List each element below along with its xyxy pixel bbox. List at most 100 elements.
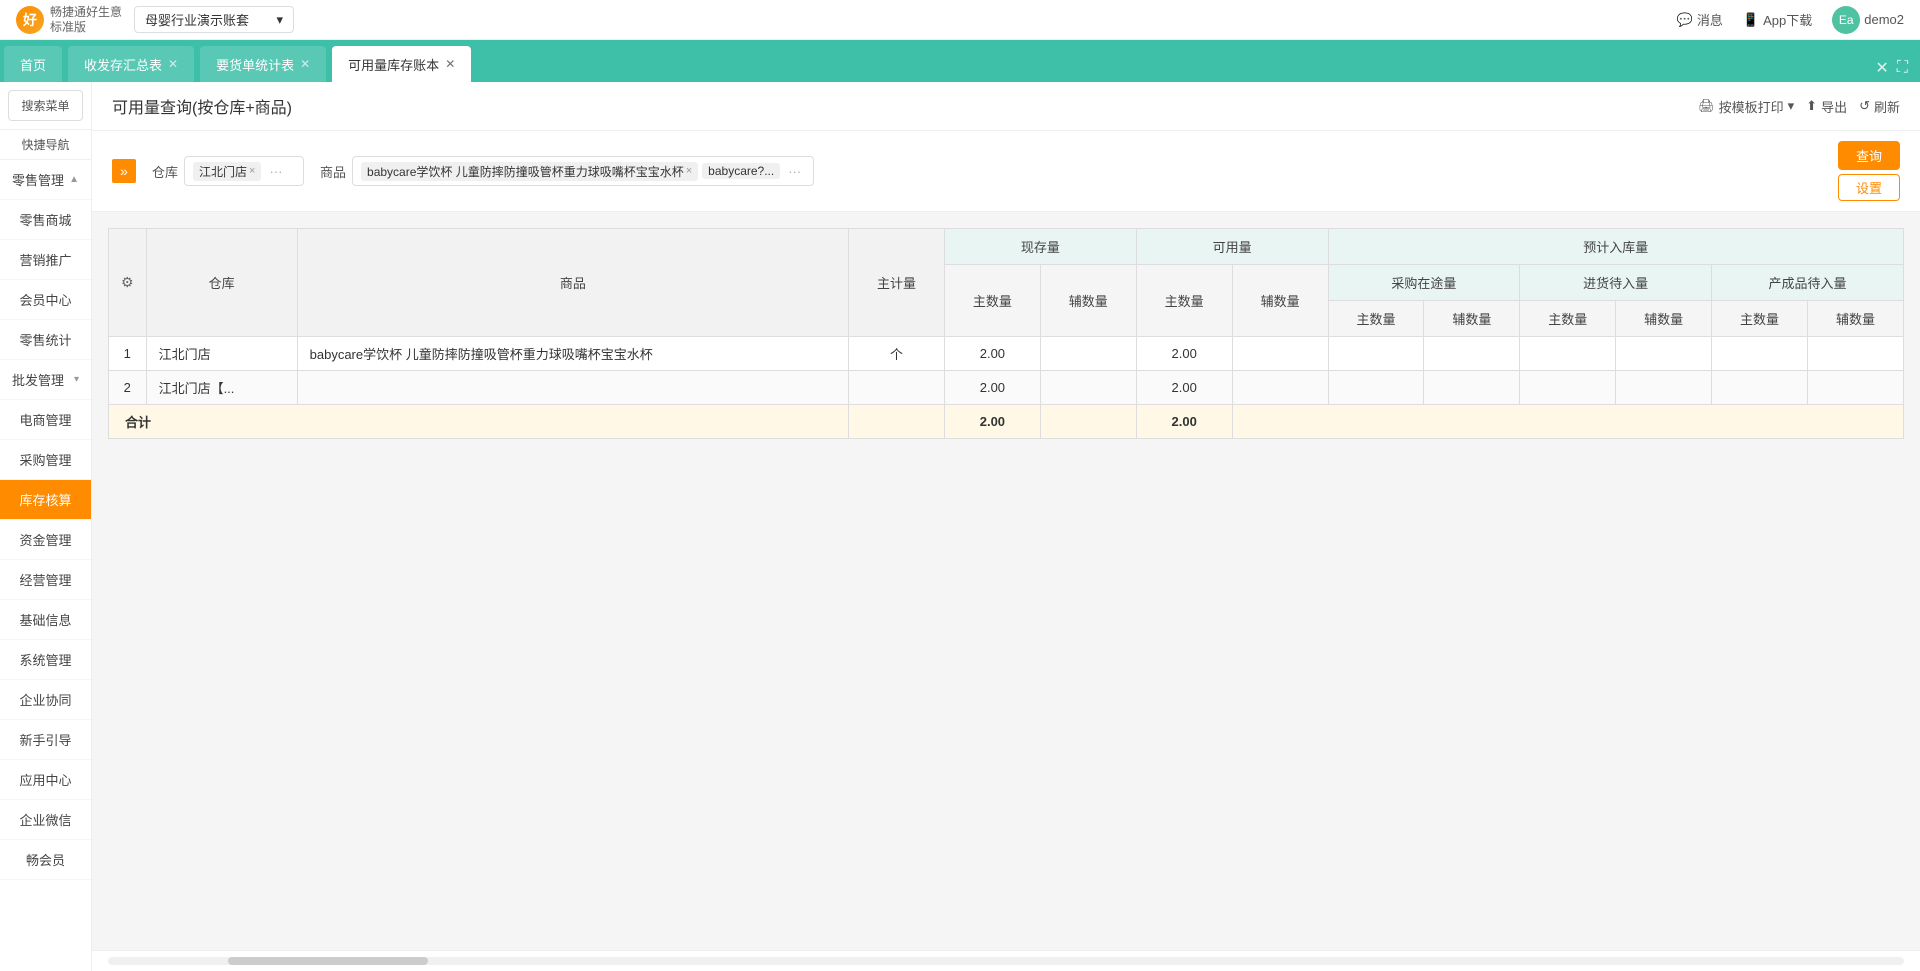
setting-button[interactable]: 设置	[1838, 174, 1900, 201]
th-arrival-aux: 辅数量	[1616, 301, 1712, 337]
filter-expand-button[interactable]: »	[112, 159, 136, 183]
tab-bar-right: ✕ ⛶	[1875, 58, 1920, 82]
td-stock-main-1: 2.00	[944, 371, 1040, 405]
message-button[interactable]: 💬 消息	[1677, 10, 1723, 29]
sidebar-item-inventory-check[interactable]: 库存核算	[0, 480, 91, 520]
td-purchase-aux-1	[1424, 371, 1520, 405]
sidebar-item-wholesale-mgmt[interactable]: 批发管理 ▾	[0, 360, 91, 400]
sidebar-item-purchase-mgmt[interactable]: 采购管理	[0, 440, 91, 480]
chevron-down-icon: ▾	[1788, 98, 1795, 114]
tab-receive-send-label: 收发存汇总表	[84, 55, 162, 74]
sidebar-quick-nav[interactable]: 快捷导航	[0, 130, 91, 160]
td-unit-0: 个	[849, 337, 945, 371]
th-stock-main: 主数量	[944, 265, 1040, 337]
td-purchase-main-0	[1328, 337, 1424, 371]
td-stock-aux-0	[1040, 337, 1136, 371]
close-tab-btn[interactable]: ✕	[1875, 58, 1888, 78]
top-bar-left: 好 畅捷通好生意 标准版 母婴行业演示账套 ▾	[16, 5, 294, 34]
sidebar-item-retail-mall[interactable]: 零售商城	[0, 200, 91, 240]
sidebar-item-basic-info[interactable]: 基础信息	[0, 600, 91, 640]
refresh-icon: ↺	[1859, 98, 1870, 114]
settings-icon[interactable]: ⚙	[121, 274, 134, 290]
message-icon: 💬	[1677, 12, 1693, 28]
fullscreen-btn[interactable]: ⛶	[1897, 59, 1908, 77]
sidebar-item-marketing[interactable]: 营销推广	[0, 240, 91, 280]
print-template-button[interactable]: 🖨 按模板打印 ▾	[1698, 97, 1794, 116]
th-production-pending: 产成品待入量	[1712, 265, 1904, 301]
td-avail-aux-0	[1232, 337, 1328, 371]
th-planned-in: 预计入库量	[1328, 229, 1903, 265]
td-avail-main-1: 2.00	[1136, 371, 1232, 405]
tab-order-stat-close[interactable]: ✕	[300, 57, 310, 71]
th-arrival-main: 主数量	[1520, 301, 1616, 337]
sidebar-search-button[interactable]: 搜索菜单	[8, 90, 83, 121]
td-product-1	[297, 371, 848, 405]
product-more[interactable]: ···	[784, 164, 805, 179]
sidebar-item-retail-stats[interactable]: 零售统计	[0, 320, 91, 360]
warehouse-tag-close[interactable]: ×	[249, 165, 255, 177]
th-arrival-pending: 进货待入量	[1520, 265, 1712, 301]
th-avail-main: 主数量	[1136, 265, 1232, 337]
tab-receive-send[interactable]: 收发存汇总表 ✕	[68, 46, 194, 82]
td-summary-stock: 2.00	[944, 405, 1040, 439]
export-button[interactable]: ⬆ 导出	[1806, 97, 1847, 116]
refresh-button[interactable]: ↺ 刷新	[1859, 97, 1900, 116]
scrollbar-track[interactable]	[108, 957, 1904, 965]
page-header: 可用量查询(按仓库+商品) 🖨 按模板打印 ▾ ⬆ 导出 ↺ 刷新	[92, 82, 1920, 131]
tab-receive-send-close[interactable]: ✕	[168, 57, 178, 71]
tab-available-stock-close[interactable]: ✕	[445, 57, 455, 71]
table-row: 1 江北门店 babycare学饮杯 儿童防摔防撞吸管杯重力球吸嘴杯宝宝水杯 个…	[109, 337, 1904, 371]
avatar: Ea	[1832, 6, 1860, 34]
logo-icon: 好	[16, 6, 44, 34]
chevron-up-icon: ▲	[69, 174, 79, 185]
product-tag-1: babycare学饮杯 儿童防摔防撞吸管杯重力球吸嘴杯宝宝水杯 ×	[361, 162, 698, 181]
td-avail-aux-1	[1232, 371, 1328, 405]
table-footer	[92, 950, 1920, 971]
sidebar-item-finance-mgmt[interactable]: 资金管理	[0, 520, 91, 560]
top-bar: 好 畅捷通好生意 标准版 母婴行业演示账套 ▾ 💬 消息 📱 App下载 Ea …	[0, 0, 1920, 40]
sidebar-item-enterprise-collab[interactable]: 企业协同	[0, 680, 91, 720]
industry-selector[interactable]: 母婴行业演示账套 ▾	[134, 6, 294, 33]
chevron-down-icon: ▾	[276, 12, 283, 28]
product-tag-2: babycare?...	[702, 163, 780, 179]
td-index: 2	[109, 371, 147, 405]
td-warehouse-0: 江北门店	[146, 337, 297, 371]
sidebar-item-app-center[interactable]: 应用中心	[0, 760, 91, 800]
th-current-stock: 现存量	[944, 229, 1136, 265]
td-index: 1	[109, 337, 147, 371]
warehouse-input[interactable]: 江北门店 × ···	[184, 156, 304, 186]
product-tag-1-close[interactable]: ×	[686, 165, 692, 177]
query-button[interactable]: 查询	[1838, 141, 1900, 170]
filter-actions: 查询 设置	[1838, 141, 1900, 201]
warehouse-more[interactable]: ···	[265, 164, 286, 179]
tab-available-stock-label: 可用量库存账本	[348, 55, 439, 74]
td-stock-aux-1	[1040, 371, 1136, 405]
sidebar-item-retail-mgmt[interactable]: 零售管理 ▲	[0, 160, 91, 200]
sidebar-item-system-mgmt[interactable]: 系统管理	[0, 640, 91, 680]
th-product: 商品	[297, 229, 848, 337]
tab-home[interactable]: 首页	[4, 46, 62, 82]
sidebar-item-ecommerce-mgmt[interactable]: 电商管理	[0, 400, 91, 440]
scrollbar-thumb[interactable]	[228, 957, 428, 965]
chevron-down-icon: ▾	[74, 374, 79, 385]
filter-bar: » 仓库 江北门店 × ··· 商品 babycare学饮杯 儿童防摔防撞吸管杯…	[92, 131, 1920, 212]
td-arrival-main-1	[1520, 371, 1616, 405]
tab-order-stat[interactable]: 要货单统计表 ✕	[200, 46, 326, 82]
logo-area: 好 畅捷通好生意 标准版	[16, 5, 122, 34]
sidebar-item-member[interactable]: 畅会员	[0, 840, 91, 880]
td-purchase-aux-0	[1424, 337, 1520, 371]
user-menu[interactable]: Ea demo2	[1832, 6, 1904, 34]
product-input[interactable]: babycare学饮杯 儿童防摔防撞吸管杯重力球吸嘴杯宝宝水杯 × babyca…	[352, 156, 814, 186]
app-download-button[interactable]: 📱 App下载	[1743, 10, 1812, 29]
td-summary-avail: 2.00	[1136, 405, 1232, 439]
th-settings: ⚙	[109, 229, 147, 337]
tab-available-stock[interactable]: 可用量库存账本 ✕	[332, 46, 471, 82]
td-purchase-main-1	[1328, 371, 1424, 405]
td-avail-main-0: 2.00	[1136, 337, 1232, 371]
td-summary-stock-aux	[1040, 405, 1136, 439]
sidebar-item-enterprise-wechat[interactable]: 企业微信	[0, 800, 91, 840]
sidebar-item-new-guide[interactable]: 新手引导	[0, 720, 91, 760]
sidebar-item-operations-mgmt[interactable]: 经营管理	[0, 560, 91, 600]
sidebar-item-member-center[interactable]: 会员中心	[0, 280, 91, 320]
download-icon: 📱	[1743, 12, 1759, 28]
